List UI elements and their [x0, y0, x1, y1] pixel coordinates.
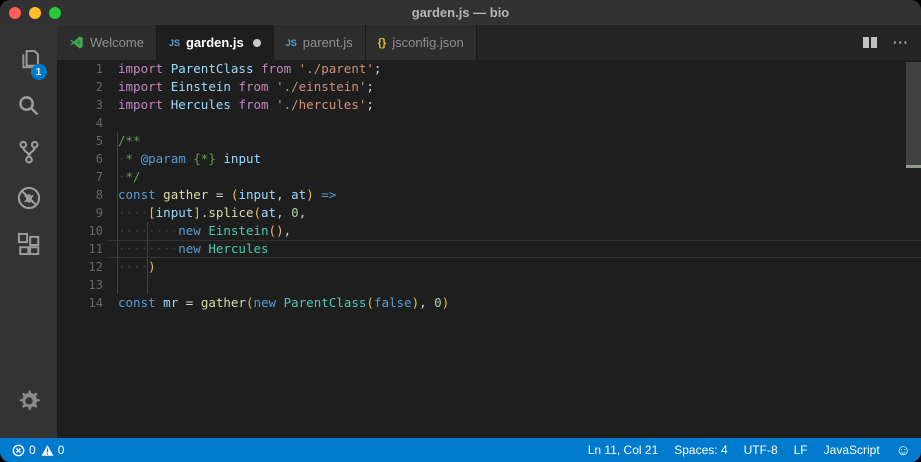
tab-label: garden.js — [185, 35, 244, 50]
explorer-badge: 1 — [30, 64, 47, 80]
code-line[interactable]: 7 ·*/ — [57, 168, 921, 186]
problems-errors[interactable]: 0 — [12, 443, 36, 457]
split-editor-icon[interactable] — [863, 37, 877, 48]
line-content: ····) — [118, 259, 156, 274]
line-content: /** — [118, 133, 141, 148]
traffic-lights — [9, 6, 61, 19]
line-number[interactable]: 5 — [57, 132, 103, 150]
eol-sequence[interactable]: LF — [794, 443, 808, 457]
line-number[interactable]: 1 — [57, 60, 103, 78]
warning-count: 0 — [57, 443, 65, 457]
search-icon — [18, 96, 38, 116]
zoom-button[interactable] — [49, 6, 61, 19]
source-control-button[interactable] — [5, 129, 53, 175]
line-content: const mr = gather(new ParentClass(false)… — [118, 295, 450, 310]
debug-icon — [17, 186, 40, 210]
code-editor[interactable]: 1 import ParentClass from './parent'; 2 imp… — [57, 60, 921, 438]
js-file-icon: JS — [285, 37, 297, 48]
problems-warnings[interactable]: 0 — [41, 443, 65, 457]
encoding[interactable]: UTF-8 — [744, 443, 778, 457]
code-line[interactable]: 1 import ParentClass from './parent'; — [57, 60, 921, 78]
line-content: import Hercules from './hercules'; — [118, 97, 374, 112]
line-number[interactable]: 9 — [57, 204, 103, 222]
explorer-button[interactable]: 1 — [5, 37, 53, 83]
extensions-button[interactable] — [5, 221, 53, 267]
line-number[interactable]: 4 — [57, 114, 103, 132]
line-content — [103, 114, 118, 132]
activity-bar: 1 — [0, 25, 57, 438]
line-number[interactable]: 6 — [57, 150, 103, 168]
code-line[interactable]: 6 ·* @param {*} input — [57, 150, 921, 168]
line-number[interactable]: 3 — [57, 96, 103, 114]
tab-label: jsconfig.json — [392, 35, 464, 50]
tab-parent-js[interactable]: JS parent.js — [273, 25, 366, 60]
line-number[interactable]: 11 — [57, 240, 103, 258]
code-line[interactable]: 4 — [57, 114, 921, 132]
settings-button[interactable] — [5, 378, 53, 424]
line-content: ····[input].splice(at, 0, — [118, 205, 307, 220]
more-actions-button[interactable]: ··· — [893, 35, 909, 50]
overview-ruler-marker — [906, 165, 921, 168]
gear-icon — [19, 390, 40, 411]
language-mode[interactable]: JavaScript — [824, 443, 880, 457]
code-lines: 1 import ParentClass from './parent'; 2 imp… — [57, 60, 921, 312]
tab-garden-js[interactable]: JS garden.js — [156, 25, 274, 60]
line-content: ·*/ — [118, 169, 141, 184]
smiley-icon[interactable]: ☺ — [896, 443, 911, 458]
search-button[interactable] — [5, 83, 53, 129]
js-file-icon: JS — [168, 37, 180, 48]
line-number[interactable]: 2 — [57, 78, 103, 96]
title-bar: garden.js — bio — [0, 0, 921, 25]
code-line[interactable]: 11 ········new Hercules — [57, 240, 921, 258]
code-line[interactable]: 10 ········new Einstein(), — [57, 222, 921, 240]
tab-jsconfig-json[interactable]: {} jsconfig.json — [365, 25, 477, 60]
line-number[interactable]: 13 — [57, 276, 103, 294]
line-content: import ParentClass from './parent'; — [118, 61, 382, 76]
line-number[interactable]: 8 — [57, 186, 103, 204]
line-content: ········new Hercules — [118, 241, 269, 256]
warning-icon — [41, 444, 54, 456]
indentation[interactable]: Spaces: 4 — [674, 443, 727, 457]
code-line[interactable]: 3 import Hercules from './hercules'; — [57, 96, 921, 114]
json-braces-icon: {} — [377, 36, 387, 49]
tab-welcome[interactable]: Welcome — [57, 25, 157, 60]
line-content: ·* @param {*} input — [118, 151, 262, 166]
tab-bar: Welcome JS garden.js JS parent.js {} jsc… — [57, 25, 921, 60]
line-number[interactable]: 10 — [57, 222, 103, 240]
close-button[interactable] — [9, 6, 21, 19]
code-line[interactable]: 2 import Einstein from './einstein'; — [57, 78, 921, 96]
vscode-window: garden.js — bio 1 Welcome JS garden.js J… — [0, 0, 921, 462]
extensions-icon — [17, 232, 39, 256]
status-bar: 0 0 Ln 11, Col 21 Spaces: 4 UTF-8 LF Jav… — [0, 438, 921, 462]
code-line[interactable]: 8 const gather = (input, at) => — [57, 186, 921, 204]
source-control-icon — [18, 140, 39, 164]
line-content: const gather = (input, at) => — [118, 187, 337, 202]
code-line[interactable]: 5 /** — [57, 132, 921, 150]
line-number[interactable]: 12 — [57, 258, 103, 276]
line-content: import Einstein from './einstein'; — [118, 79, 374, 94]
error-icon — [12, 444, 25, 456]
tab-label: parent.js — [302, 35, 353, 50]
tab-label: Welcome — [90, 35, 144, 50]
minimize-button[interactable] — [29, 6, 41, 19]
line-content — [103, 276, 118, 294]
scrollbar-thumb[interactable] — [906, 62, 921, 168]
cursor-position[interactable]: Ln 11, Col 21 — [588, 443, 659, 457]
error-count: 0 — [29, 443, 36, 457]
code-line[interactable]: 14 const mr = gather(new ParentClass(fals… — [57, 294, 921, 312]
code-line[interactable]: 13 — [57, 276, 921, 294]
code-line[interactable]: 12 ····) — [57, 258, 921, 276]
line-number[interactable]: 14 — [57, 294, 103, 312]
modified-dot-icon[interactable] — [252, 38, 261, 47]
line-number[interactable]: 7 — [57, 168, 103, 186]
line-content: ········new Einstein(), — [118, 223, 292, 238]
window-title: garden.js — bio — [411, 5, 510, 20]
debug-button[interactable] — [5, 175, 53, 221]
vscode-logo-icon — [69, 35, 84, 50]
code-line[interactable]: 9 ····[input].splice(at, 0, — [57, 204, 921, 222]
